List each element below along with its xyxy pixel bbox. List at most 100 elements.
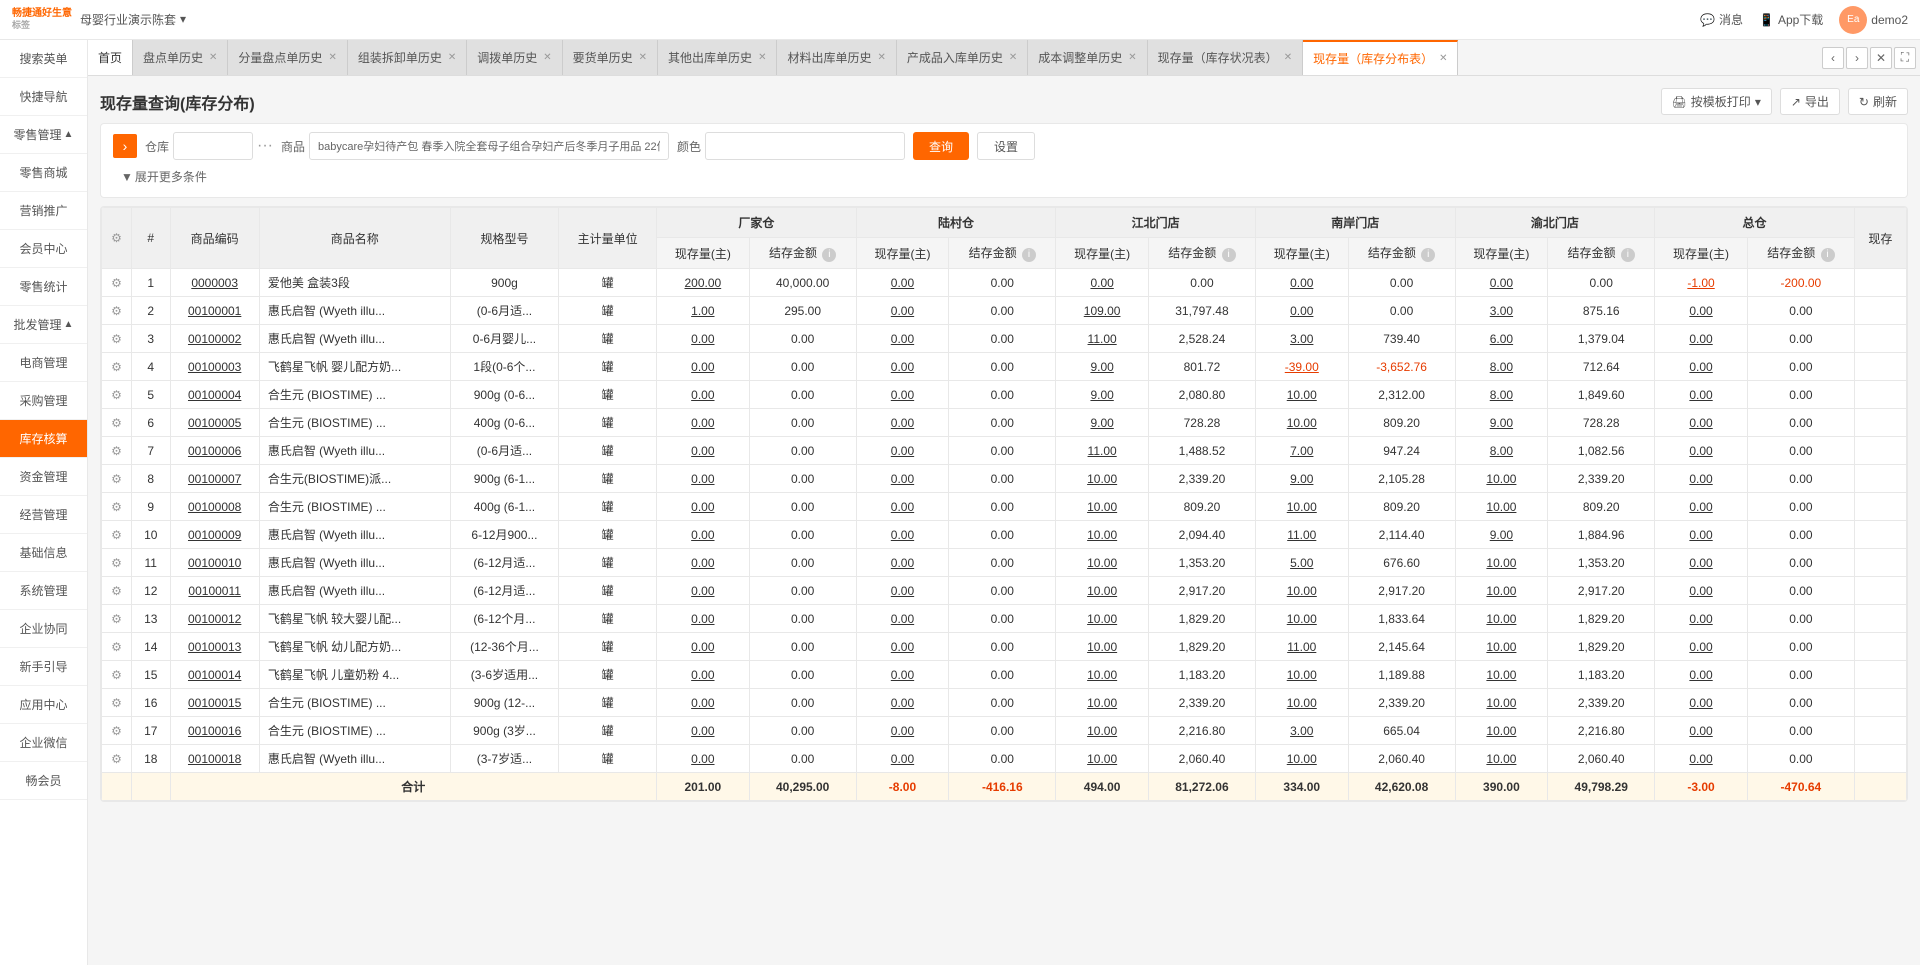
td-w3-qty[interactable]: 9.00 bbox=[1056, 409, 1149, 437]
td-code[interactable]: 00100012 bbox=[170, 605, 259, 633]
td-w4-qty[interactable]: 10.00 bbox=[1255, 381, 1348, 409]
td-w4-qty[interactable]: 10.00 bbox=[1255, 409, 1348, 437]
td-w1-qty[interactable]: 0.00 bbox=[657, 605, 750, 633]
td-w3-qty[interactable]: 10.00 bbox=[1056, 521, 1149, 549]
tab-close-icon[interactable]: ✕ bbox=[1128, 52, 1136, 63]
sidebar-item-search[interactable]: 搜索英单 bbox=[0, 40, 87, 78]
info-icon[interactable]: i bbox=[822, 248, 836, 262]
td-code[interactable]: 00100009 bbox=[170, 521, 259, 549]
td-w1-qty[interactable]: 0.00 bbox=[657, 381, 750, 409]
td-code[interactable]: 00100002 bbox=[170, 325, 259, 353]
tab-close-icon[interactable]: ✕ bbox=[328, 52, 336, 63]
td-total-qty[interactable]: 0.00 bbox=[1655, 661, 1748, 689]
sidebar-item-ecommerce[interactable]: 电商管理 bbox=[0, 344, 87, 382]
tab-home[interactable]: 首页 bbox=[88, 40, 133, 76]
tab-prev-button[interactable]: ‹ bbox=[1822, 47, 1844, 69]
td-w5-qty[interactable]: 10.00 bbox=[1455, 717, 1548, 745]
tab-next-button[interactable]: › bbox=[1846, 47, 1868, 69]
td-w5-qty[interactable]: 10.00 bbox=[1455, 493, 1548, 521]
row-settings-icon[interactable]: ⚙ bbox=[111, 640, 122, 654]
tab-inventory-check[interactable]: 盘点单历史 ✕ bbox=[133, 40, 228, 76]
td-total-qty[interactable]: 0.00 bbox=[1655, 633, 1748, 661]
td-total-qty[interactable]: 0.00 bbox=[1655, 297, 1748, 325]
tab-close-icon[interactable]: ✕ bbox=[877, 52, 885, 63]
td-code[interactable]: 00100018 bbox=[170, 745, 259, 773]
td-w3-qty[interactable]: 10.00 bbox=[1056, 633, 1149, 661]
export-button[interactable]: ↗ 导出 bbox=[1780, 88, 1840, 115]
td-total-qty[interactable]: 0.00 bbox=[1655, 465, 1748, 493]
td-w2-qty[interactable]: 0.00 bbox=[856, 549, 949, 577]
td-w1-qty[interactable]: 0.00 bbox=[657, 633, 750, 661]
row-settings-icon[interactable]: ⚙ bbox=[111, 668, 122, 682]
td-w5-qty[interactable]: 10.00 bbox=[1455, 465, 1548, 493]
td-w1-qty[interactable]: 0.00 bbox=[657, 577, 750, 605]
td-total-qty[interactable]: 0.00 bbox=[1655, 717, 1748, 745]
row-settings-icon[interactable]: ⚙ bbox=[111, 444, 122, 458]
refresh-button[interactable]: ↻ 刷新 bbox=[1848, 88, 1908, 115]
td-w5-qty[interactable]: 10.00 bbox=[1455, 577, 1548, 605]
td-w3-qty[interactable]: 10.00 bbox=[1056, 577, 1149, 605]
td-w3-qty[interactable]: 10.00 bbox=[1056, 661, 1149, 689]
td-w2-qty[interactable]: 0.00 bbox=[856, 437, 949, 465]
td-code[interactable]: 00100006 bbox=[170, 437, 259, 465]
tab-close-icon[interactable]: ✕ bbox=[1009, 52, 1017, 63]
sidebar-item-wholesale[interactable]: 批发管理 ▲ bbox=[0, 306, 87, 344]
td-w3-qty[interactable]: 10.00 bbox=[1056, 605, 1149, 633]
td-w3-qty[interactable]: 11.00 bbox=[1056, 437, 1149, 465]
td-w2-qty[interactable]: 0.00 bbox=[856, 493, 949, 521]
sidebar-item-guide[interactable]: 新手引导 bbox=[0, 648, 87, 686]
td-w1-qty[interactable]: 0.00 bbox=[657, 661, 750, 689]
td-w5-qty[interactable]: 10.00 bbox=[1455, 661, 1548, 689]
user-profile[interactable]: Ea demo2 bbox=[1839, 6, 1908, 34]
td-w1-qty[interactable]: 0.00 bbox=[657, 437, 750, 465]
td-w5-qty[interactable]: 10.00 bbox=[1455, 549, 1548, 577]
td-total-qty[interactable]: 0.00 bbox=[1655, 437, 1748, 465]
filter-expand-arrow[interactable]: › bbox=[113, 134, 137, 158]
td-w3-qty[interactable]: 11.00 bbox=[1056, 325, 1149, 353]
td-w2-qty[interactable]: 0.00 bbox=[856, 409, 949, 437]
td-w3-qty[interactable]: 10.00 bbox=[1056, 689, 1149, 717]
td-w4-qty[interactable]: 0.00 bbox=[1255, 297, 1348, 325]
tab-stock-dist[interactable]: 现存量（库存分布表） ✕ bbox=[1303, 40, 1458, 76]
sidebar-item-appcenter[interactable]: 应用中心 bbox=[0, 686, 87, 724]
row-settings-icon[interactable]: ⚙ bbox=[111, 584, 122, 598]
td-w3-qty[interactable]: 9.00 bbox=[1056, 381, 1149, 409]
sidebar-item-inventory[interactable]: 库存核算 bbox=[0, 420, 87, 458]
td-w2-qty[interactable]: 0.00 bbox=[856, 325, 949, 353]
td-w2-qty[interactable]: 0.00 bbox=[856, 353, 949, 381]
td-w4-qty[interactable]: 10.00 bbox=[1255, 605, 1348, 633]
tab-material-out[interactable]: 材料出库单历史 ✕ bbox=[777, 40, 896, 76]
row-settings-icon[interactable]: ⚙ bbox=[111, 724, 122, 738]
sidebar-item-basic-info[interactable]: 基础信息 bbox=[0, 534, 87, 572]
message-button[interactable]: 💬 消息 bbox=[1700, 11, 1743, 28]
td-w4-qty[interactable]: 7.00 bbox=[1255, 437, 1348, 465]
td-total-qty[interactable]: 0.00 bbox=[1655, 409, 1748, 437]
td-w5-qty[interactable]: 10.00 bbox=[1455, 689, 1548, 717]
td-code[interactable]: 0000003 bbox=[170, 269, 259, 297]
tab-close-icon[interactable]: ✕ bbox=[758, 52, 766, 63]
row-settings-icon[interactable]: ⚙ bbox=[111, 332, 122, 346]
expand-conditions-button[interactable]: ▼ 展开更多条件 bbox=[113, 164, 1895, 189]
td-w3-qty[interactable]: 10.00 bbox=[1056, 745, 1149, 773]
sidebar-item-retail-stats[interactable]: 零售统计 bbox=[0, 268, 87, 306]
td-total-qty[interactable]: 0.00 bbox=[1655, 577, 1748, 605]
info-icon[interactable]: i bbox=[1821, 248, 1835, 262]
tab-product-in[interactable]: 产成品入库单历史 ✕ bbox=[897, 40, 1028, 76]
td-code[interactable]: 00100008 bbox=[170, 493, 259, 521]
sidebar-item-member[interactable]: 会员中心 bbox=[0, 230, 87, 268]
td-w3-qty[interactable]: 10.00 bbox=[1056, 717, 1149, 745]
td-w1-qty[interactable]: 0.00 bbox=[657, 409, 750, 437]
tab-assembly[interactable]: 组装拆卸单历史 ✕ bbox=[348, 40, 467, 76]
td-total-qty[interactable]: 0.00 bbox=[1655, 493, 1748, 521]
store-selector[interactable]: 母婴行业演示陈套 ▾ bbox=[80, 11, 186, 28]
td-w2-qty[interactable]: 0.00 bbox=[856, 269, 949, 297]
td-code[interactable]: 00100013 bbox=[170, 633, 259, 661]
td-w1-qty[interactable]: 0.00 bbox=[657, 689, 750, 717]
sidebar-item-marketing[interactable]: 营销推广 bbox=[0, 192, 87, 230]
row-settings-icon[interactable]: ⚙ bbox=[111, 388, 122, 402]
td-w2-qty[interactable]: 0.00 bbox=[856, 521, 949, 549]
td-code[interactable]: 00100001 bbox=[170, 297, 259, 325]
info-icon[interactable]: i bbox=[1621, 248, 1635, 262]
tab-stock-status[interactable]: 现存量（库存状况表） ✕ bbox=[1148, 40, 1303, 76]
td-w4-qty[interactable]: 3.00 bbox=[1255, 325, 1348, 353]
